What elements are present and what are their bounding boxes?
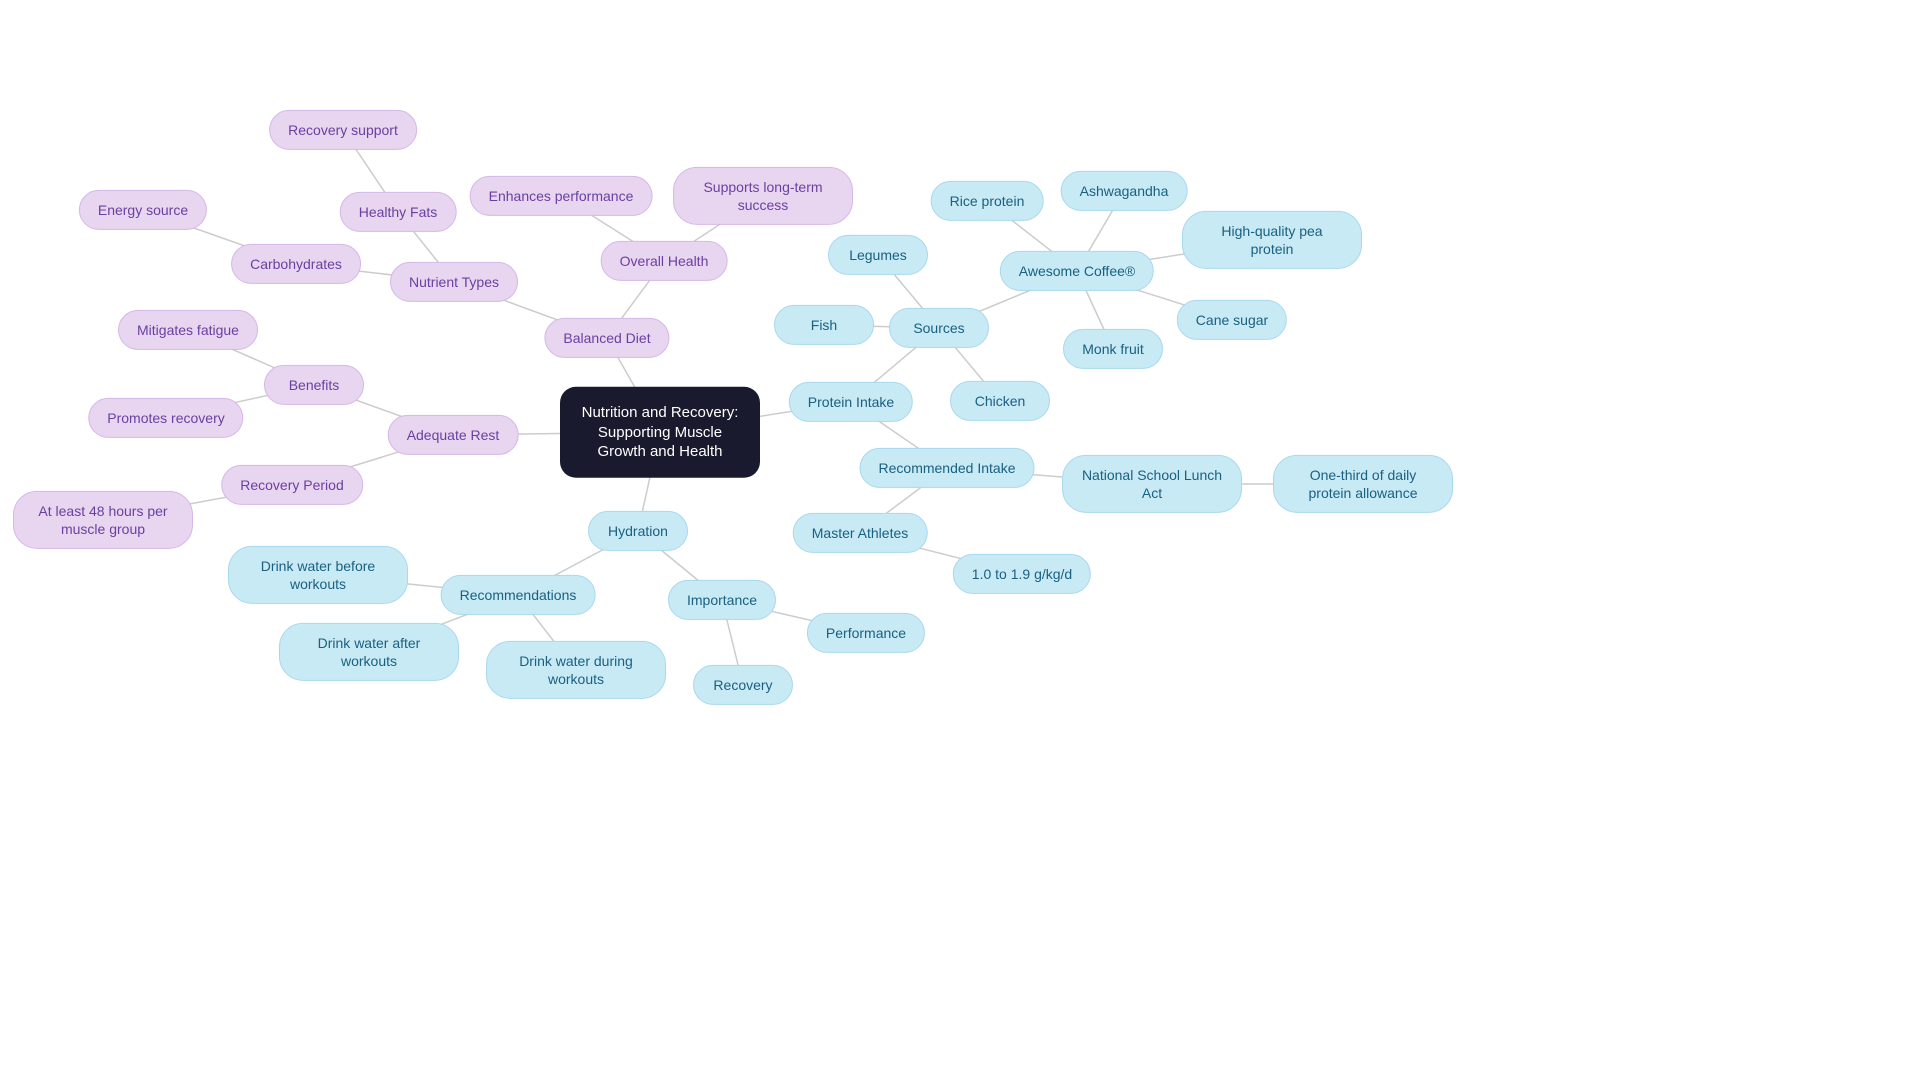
national-school-node[interactable]: National School Lunch Act bbox=[1062, 455, 1242, 513]
ashwagandha-node[interactable]: Ashwagandha bbox=[1061, 171, 1188, 211]
1-to-1-9-node[interactable]: 1.0 to 1.9 g/kg/d bbox=[953, 554, 1091, 594]
high-quality-pea-node[interactable]: High-quality pea protein bbox=[1182, 211, 1362, 269]
balanced-diet-node[interactable]: Balanced Diet bbox=[544, 318, 669, 358]
benefits-node[interactable]: Benefits bbox=[264, 365, 364, 405]
rice-protein-node[interactable]: Rice protein bbox=[931, 181, 1044, 221]
cane-sugar-node[interactable]: Cane sugar bbox=[1177, 300, 1287, 340]
recommended-intake-node[interactable]: Recommended Intake bbox=[860, 448, 1035, 488]
nutrient-types-node[interactable]: Nutrient Types bbox=[390, 262, 518, 302]
mitigates-fatigue-node[interactable]: Mitigates fatigue bbox=[118, 310, 258, 350]
center-node[interactable]: Nutrition and Recovery: Supporting Muscl… bbox=[560, 387, 760, 478]
recommendations-node[interactable]: Recommendations bbox=[441, 575, 596, 615]
one-third-node[interactable]: One-third of daily protein allowance bbox=[1273, 455, 1453, 513]
recovery-support-node[interactable]: Recovery support bbox=[269, 110, 417, 150]
energy-source-node[interactable]: Energy source bbox=[79, 190, 207, 230]
overall-health-node[interactable]: Overall Health bbox=[601, 241, 728, 281]
drink-during-node[interactable]: Drink water during workouts bbox=[486, 641, 666, 699]
healthy-fats-node[interactable]: Healthy Fats bbox=[340, 192, 457, 232]
mindmap-container: Nutrition and Recovery: Supporting Muscl… bbox=[0, 0, 1920, 1083]
recovery-period-node[interactable]: Recovery Period bbox=[221, 465, 363, 505]
drink-before-node[interactable]: Drink water before workouts bbox=[228, 546, 408, 604]
recovery-blue-node[interactable]: Recovery bbox=[693, 665, 793, 705]
sources-node[interactable]: Sources bbox=[889, 308, 989, 348]
drink-after-node[interactable]: Drink water after workouts bbox=[279, 623, 459, 681]
monk-fruit-node[interactable]: Monk fruit bbox=[1063, 329, 1163, 369]
adequate-rest-node[interactable]: Adequate Rest bbox=[388, 415, 519, 455]
carbohydrates-node[interactable]: Carbohydrates bbox=[231, 244, 361, 284]
protein-intake-node[interactable]: Protein Intake bbox=[789, 382, 913, 422]
performance-blue-node[interactable]: Performance bbox=[807, 613, 925, 653]
fish-node[interactable]: Fish bbox=[774, 305, 874, 345]
chicken-node[interactable]: Chicken bbox=[950, 381, 1050, 421]
enhances-performance-node[interactable]: Enhances performance bbox=[470, 176, 653, 216]
supports-longterm-node[interactable]: Supports long-term success bbox=[673, 167, 853, 225]
legumes-node[interactable]: Legumes bbox=[828, 235, 928, 275]
master-athletes-node[interactable]: Master Athletes bbox=[793, 513, 928, 553]
importance-node[interactable]: Importance bbox=[668, 580, 776, 620]
at-least-48-node[interactable]: At least 48 hours per muscle group bbox=[13, 491, 193, 549]
awesome-coffee-node[interactable]: Awesome Coffee® bbox=[1000, 251, 1154, 291]
hydration-node[interactable]: Hydration bbox=[588, 511, 688, 551]
promotes-recovery-node[interactable]: Promotes recovery bbox=[88, 398, 243, 438]
connection-lines bbox=[0, 0, 1920, 1083]
